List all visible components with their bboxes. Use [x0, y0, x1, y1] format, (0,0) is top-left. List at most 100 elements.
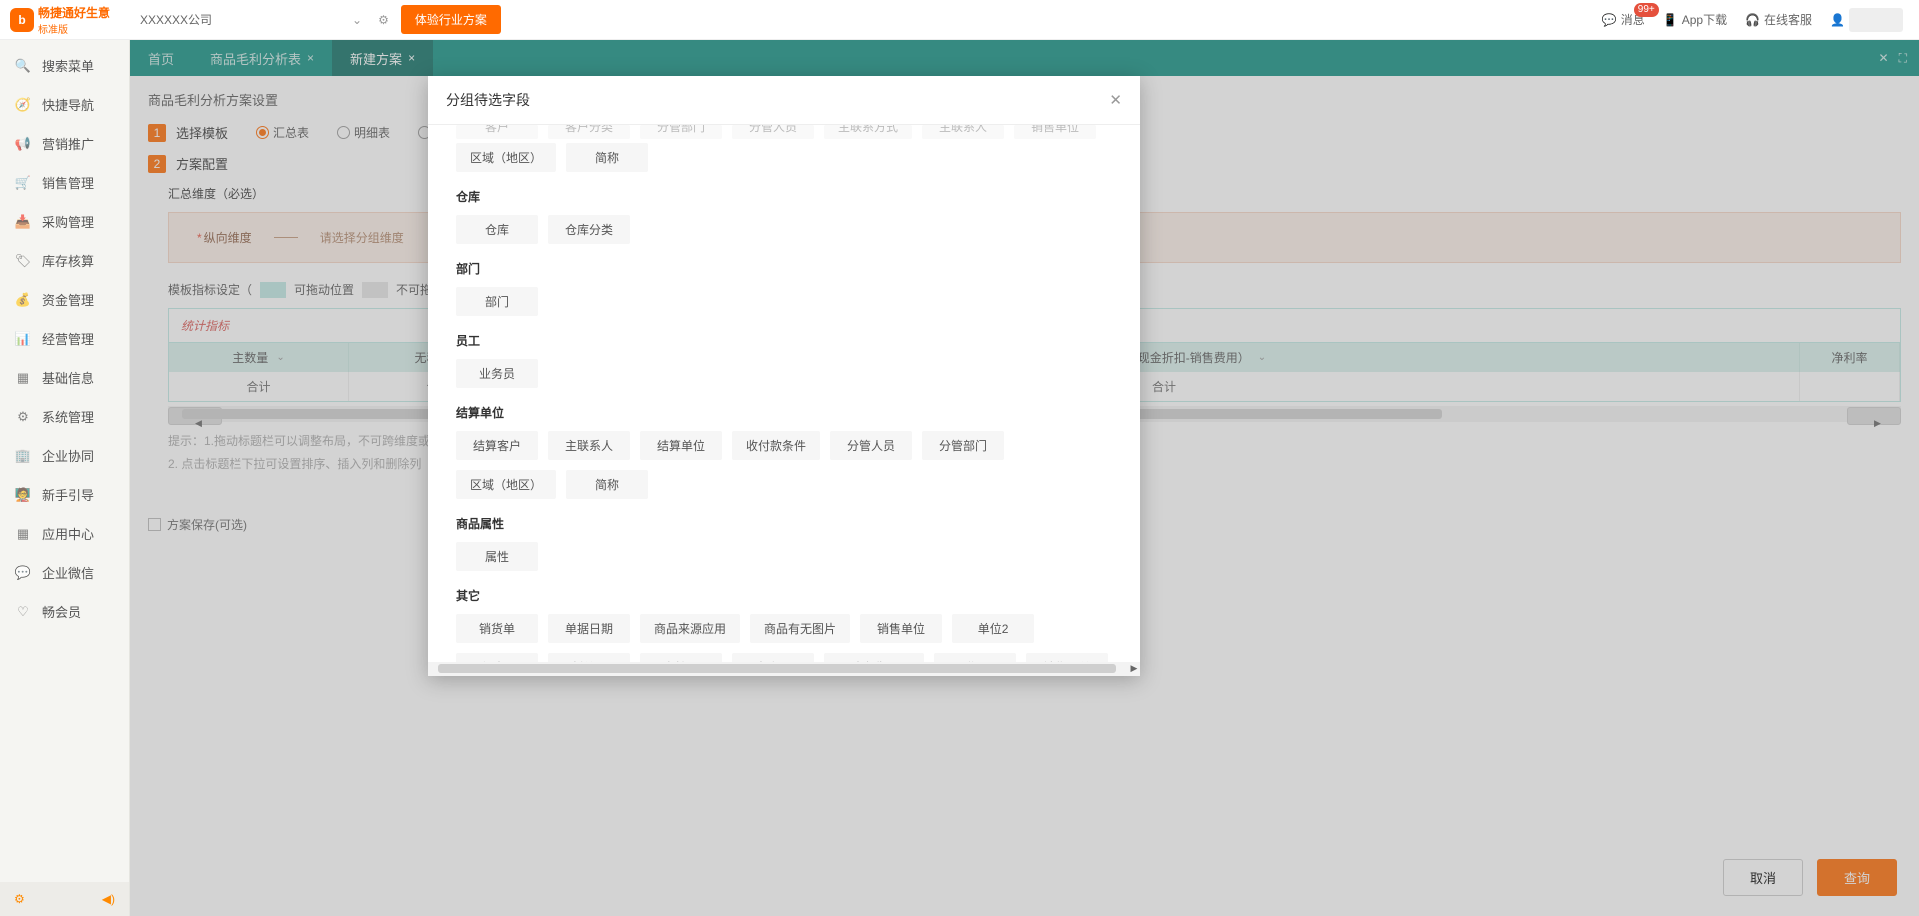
field-chip[interactable]: 分管部门	[922, 431, 1004, 460]
field-chip[interactable]: 客户分类	[548, 125, 630, 139]
sidebar-item-label: 系统管理	[42, 407, 94, 426]
sidebar-item-label: 经营管理	[42, 329, 94, 348]
sidebar-item-label: 搜索菜单	[42, 56, 94, 75]
sidebar-item[interactable]: 🧭 快捷导航	[0, 85, 129, 124]
online-service-link[interactable]: 🎧 在线客服	[1745, 11, 1812, 28]
sidebar-icon: 🏷	[14, 252, 32, 270]
sidebar-item[interactable]: 💰资金管理	[0, 280, 129, 319]
field-chip[interactable]: 简称	[566, 143, 648, 172]
modal-close-button[interactable]: ✕	[1109, 91, 1122, 109]
field-chip[interactable]: 商品有无图片	[750, 614, 850, 643]
sidebar-item-label: 销售管理	[42, 173, 94, 192]
sidebar-icon: ▦	[14, 369, 32, 387]
sidebar-icon: 🔍	[14, 57, 32, 75]
scroll-thumb[interactable]	[438, 664, 1116, 673]
sidebar-item[interactable]: ⚙系统管理	[0, 397, 129, 436]
sidebar-item[interactable]: 📊 经营管理	[0, 319, 129, 358]
sidebar-item[interactable]: 🛒 销售管理	[0, 163, 129, 202]
sidebar-item-label: 快捷导航	[42, 95, 94, 114]
sidebar-icon: 🏢	[14, 447, 32, 465]
sidebar-item-label: 畅会员	[42, 602, 81, 621]
gear-icon[interactable]: ⚙	[378, 13, 389, 27]
field-chip[interactable]: 制单人	[548, 653, 630, 662]
sidebar-item[interactable]: 🏢企业协同	[0, 436, 129, 475]
app-download-link[interactable]: 📱 App下载	[1663, 11, 1727, 28]
message-icon: 💬	[1602, 13, 1617, 27]
field-chip[interactable]: 主联系方式	[824, 125, 912, 139]
experience-button[interactable]: 体验行业方案	[401, 5, 501, 34]
field-group-title: 部门	[456, 260, 1112, 277]
sidebar-icon: 💬	[14, 564, 32, 582]
sidebar-icon: 🧑‍🏫	[14, 486, 32, 504]
sidebar-icon: ♡	[14, 603, 32, 621]
modal-title: 分组待选字段	[446, 90, 530, 110]
modal-hscrollbar[interactable]: ▶	[428, 662, 1140, 676]
sidebar-item[interactable]: ▦基础信息	[0, 358, 129, 397]
sidebar-item[interactable]: 📥采购管理	[0, 202, 129, 241]
field-chip[interactable]: 主联系人	[548, 431, 630, 460]
field-chip[interactable]: 客户	[456, 125, 538, 139]
sidebar-item-label: 企业微信	[42, 563, 94, 582]
sidebar-icon: 🧭	[14, 96, 32, 114]
field-chip[interactable]: 单据日期	[548, 614, 630, 643]
scroll-right-icon[interactable]: ▶	[1128, 663, 1140, 675]
field-chip[interactable]: 分管人员	[830, 431, 912, 460]
field-chip[interactable]: 主计量	[456, 653, 538, 662]
logo: b 畅捷通好生意 标准版	[0, 4, 130, 36]
field-chip[interactable]: 赠品	[934, 653, 1016, 662]
settings-icon[interactable]: ⚙	[14, 892, 25, 906]
collapse-icon[interactable]: ◀)	[102, 892, 115, 906]
field-group-title: 仓库	[456, 188, 1112, 205]
field-group-title: 结算单位	[456, 404, 1112, 421]
field-chip[interactable]: 仓库	[456, 215, 538, 244]
field-chip[interactable]: 销售单位	[860, 614, 942, 643]
sidebar-item[interactable]: 💬 企业微信	[0, 553, 129, 592]
field-chip[interactable]: 主联系人	[922, 125, 1004, 139]
field-chip[interactable]: 属性	[456, 542, 538, 571]
field-chip[interactable]: 区域（地区）	[456, 470, 556, 499]
sidebar-item[interactable]: 🏷 库存核算	[0, 241, 129, 280]
field-chip[interactable]: 销货单	[456, 614, 538, 643]
sidebar-icon: 📢	[14, 135, 32, 153]
field-chip[interactable]: 业务员	[456, 359, 538, 388]
sidebar-item[interactable]: ♡ 畅会员	[0, 592, 129, 631]
field-chip[interactable]: 结算客户	[456, 431, 538, 460]
logo-brand: 畅捷通好生意	[38, 4, 110, 21]
field-chip[interactable]: 销售订单	[1026, 653, 1108, 662]
field-chip[interactable]: 分管人员	[732, 125, 814, 139]
sidebar-icon: 📥	[14, 213, 32, 231]
field-chip[interactable]: 简称	[566, 470, 648, 499]
sidebar-item-label: 资金管理	[42, 290, 94, 309]
field-chip[interactable]: 收付款条件	[732, 431, 820, 460]
sidebar-item-label: 库存核算	[42, 251, 94, 270]
sidebar-icon: 📊	[14, 330, 32, 348]
field-chip[interactable]: 审核人	[640, 653, 722, 662]
field-chip[interactable]: 结算单位	[640, 431, 722, 460]
sidebar-icon: 🛒	[14, 174, 32, 192]
field-group-title: 员工	[456, 332, 1112, 349]
avatar-placeholder	[1849, 8, 1903, 32]
sidebar: 🔍 搜索菜单 🧭 快捷导航 📢 营销推广 🛒 销售管理 📥采购管理 🏷 库存核算 💰资金管理 📊 经营管理…	[0, 40, 130, 916]
field-chip[interactable]: 销售单位	[1014, 125, 1096, 139]
field-chip[interactable]: 仓库分类	[548, 215, 630, 244]
sidebar-item-label: 应用中心	[42, 524, 94, 543]
sidebar-item-label: 新手引导	[42, 485, 94, 504]
field-group-title: 其它	[456, 587, 1112, 604]
messages-link[interactable]: 💬 消息 99+	[1602, 11, 1645, 28]
field-chip[interactable]: 预计交货日期	[824, 653, 924, 662]
field-chip[interactable]: 部门	[456, 287, 538, 316]
company-selector[interactable]: XXXXXX公司 ⌄	[140, 11, 362, 28]
field-chip[interactable]: 区域（地区）	[456, 143, 556, 172]
sidebar-item[interactable]: 🧑‍🏫 新手引导	[0, 475, 129, 514]
phone-icon: 📱	[1663, 13, 1678, 27]
sidebar-item[interactable]: ▦应用中心	[0, 514, 129, 553]
sidebar-item[interactable]: 📢 营销推广	[0, 124, 129, 163]
field-chip[interactable]: 分管部门	[640, 125, 722, 139]
sidebar-item[interactable]: 🔍 搜索菜单	[0, 46, 129, 85]
field-chip[interactable]: 出库人	[732, 653, 814, 662]
user-icon: 👤	[1830, 13, 1845, 27]
sidebar-item-label: 营销推广	[42, 134, 94, 153]
field-chip[interactable]: 单位2	[952, 614, 1034, 643]
user-avatar[interactable]: 👤	[1830, 8, 1903, 32]
field-chip[interactable]: 商品来源应用	[640, 614, 740, 643]
